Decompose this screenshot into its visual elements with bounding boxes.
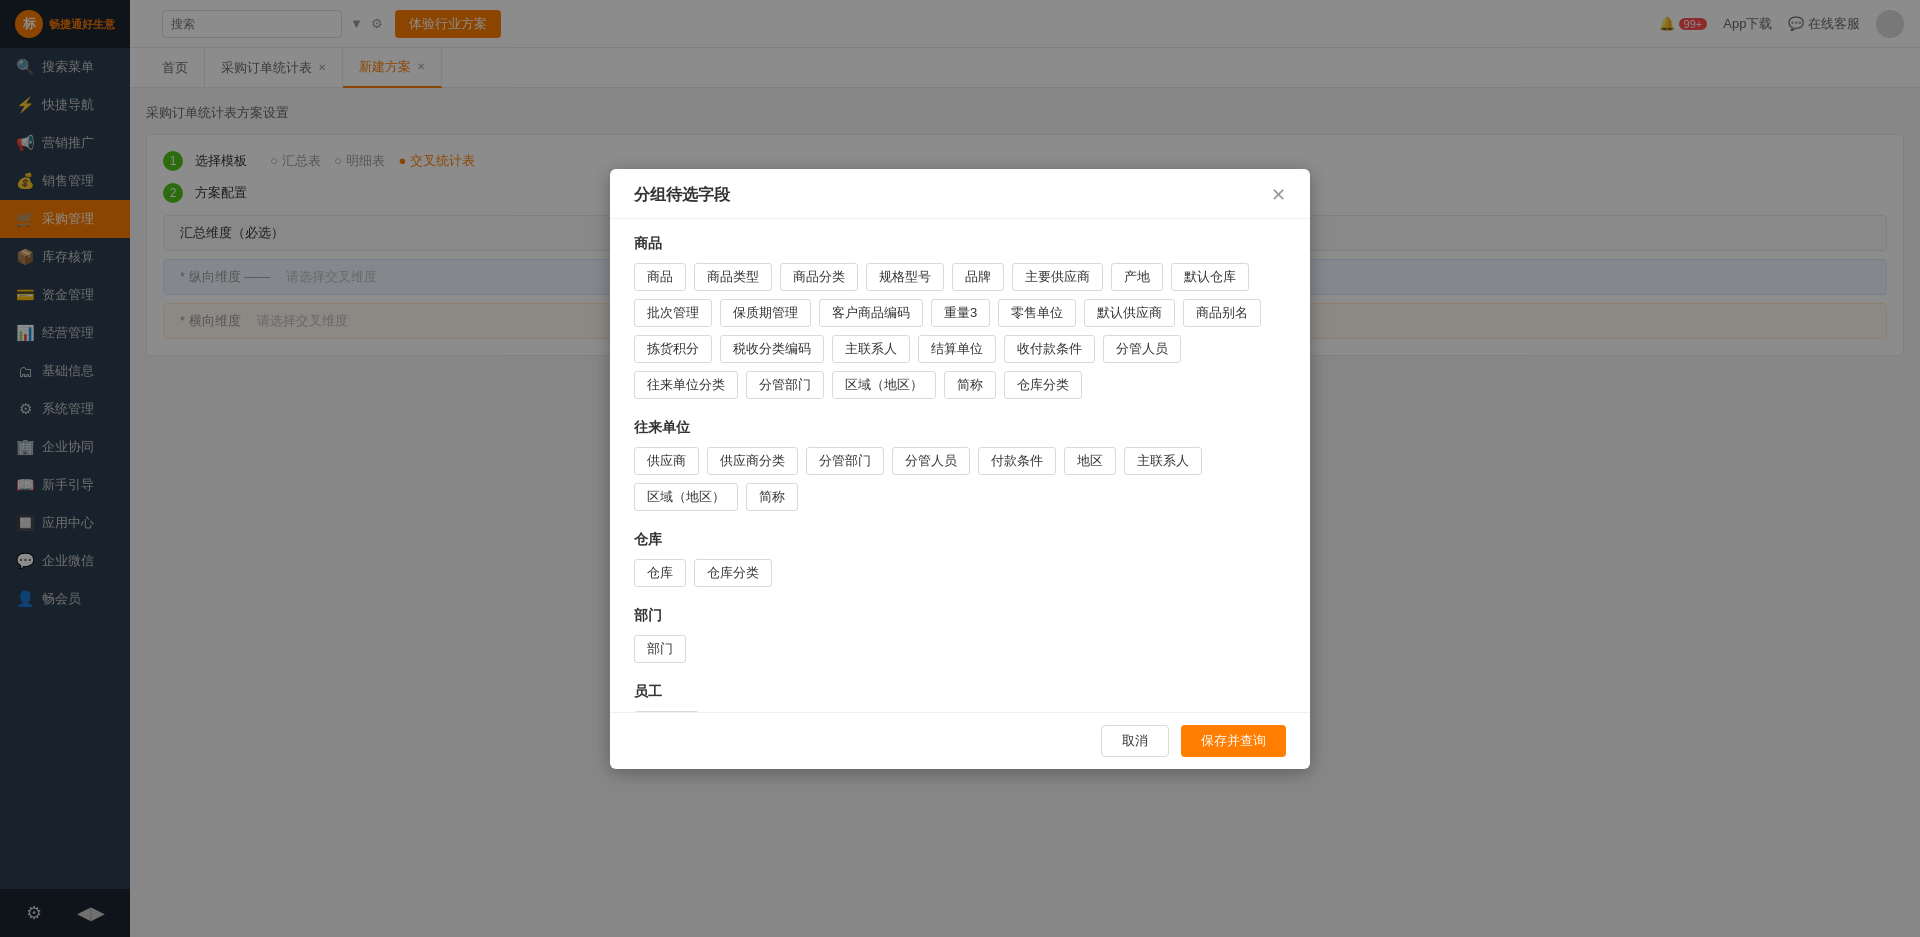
field-tag-零售单位[interactable]: 零售单位	[998, 299, 1076, 327]
field-tag-简称[interactable]: 简称	[746, 483, 798, 511]
field-tag-供应商[interactable]: 供应商	[634, 447, 699, 475]
dialog-title: 分组待选字段	[634, 185, 730, 206]
field-tag-批次管理[interactable]: 批次管理	[634, 299, 712, 327]
field-tag-仓库分类[interactable]: 仓库分类	[1004, 371, 1082, 399]
field-tag-区域（地区）[interactable]: 区域（地区）	[634, 483, 738, 511]
field-tag-简称[interactable]: 简称	[944, 371, 996, 399]
section-title-staff: 员工	[634, 683, 1286, 701]
field-tag-商品类型[interactable]: 商品类型	[694, 263, 772, 291]
field-tag-客户商品编码[interactable]: 客户商品编码	[819, 299, 923, 327]
field-tag-付款条件[interactable]: 付款条件	[978, 447, 1056, 475]
section-staff: 员工业务员	[634, 683, 1286, 712]
field-tag-规格型号[interactable]: 规格型号	[866, 263, 944, 291]
dialog-overlay: 分组待选字段 ✕ 商品商品商品类型商品分类规格型号品牌主要供应商产地默认仓库批次…	[0, 0, 1920, 937]
field-tag-税收分类编码[interactable]: 税收分类编码	[720, 335, 824, 363]
dialog-close-button[interactable]: ✕	[1271, 186, 1286, 204]
field-tag-默认仓库[interactable]: 默认仓库	[1171, 263, 1249, 291]
field-tag-商品分类[interactable]: 商品分类	[780, 263, 858, 291]
field-tag-主联系人[interactable]: 主联系人	[1124, 447, 1202, 475]
field-tag-结算单位[interactable]: 结算单位	[918, 335, 996, 363]
field-tag-地区[interactable]: 地区	[1064, 447, 1116, 475]
field-tag-品牌[interactable]: 品牌	[952, 263, 1004, 291]
field-tag-产地[interactable]: 产地	[1111, 263, 1163, 291]
field-tag-供应商分类[interactable]: 供应商分类	[707, 447, 798, 475]
section-department: 部门部门	[634, 607, 1286, 663]
field-tags-department: 部门	[634, 635, 1286, 663]
field-tag-收付款条件[interactable]: 收付款条件	[1004, 335, 1095, 363]
field-tag-主要供应商[interactable]: 主要供应商	[1012, 263, 1103, 291]
section-title-warehouse: 仓库	[634, 531, 1286, 549]
cancel-button[interactable]: 取消	[1101, 725, 1169, 757]
field-tag-保质期管理[interactable]: 保质期管理	[720, 299, 811, 327]
section-title-partner: 往来单位	[634, 419, 1286, 437]
dialog-footer: 取消 保存并查询	[610, 712, 1310, 769]
dialog: 分组待选字段 ✕ 商品商品商品类型商品分类规格型号品牌主要供应商产地默认仓库批次…	[610, 169, 1310, 769]
section-warehouse: 仓库仓库仓库分类	[634, 531, 1286, 587]
field-tags-warehouse: 仓库仓库分类	[634, 559, 1286, 587]
field-tag-区域（地区）[interactable]: 区域（地区）	[832, 371, 936, 399]
field-tags-product: 商品商品类型商品分类规格型号品牌主要供应商产地默认仓库批次管理保质期管理客户商品…	[634, 263, 1286, 399]
section-title-product: 商品	[634, 235, 1286, 253]
field-tag-商品[interactable]: 商品	[634, 263, 686, 291]
field-tag-商品别名[interactable]: 商品别名	[1183, 299, 1261, 327]
dialog-body: 商品商品商品类型商品分类规格型号品牌主要供应商产地默认仓库批次管理保质期管理客户…	[610, 219, 1310, 712]
field-tag-部门[interactable]: 部门	[634, 635, 686, 663]
field-tag-分管人员[interactable]: 分管人员	[892, 447, 970, 475]
section-product: 商品商品商品类型商品分类规格型号品牌主要供应商产地默认仓库批次管理保质期管理客户…	[634, 235, 1286, 399]
dialog-header: 分组待选字段 ✕	[610, 169, 1310, 219]
field-tags-partner: 供应商供应商分类分管部门分管人员付款条件地区主联系人区域（地区） 简称	[634, 447, 1286, 511]
field-tag-分管部门[interactable]: 分管部门	[806, 447, 884, 475]
section-partner: 往来单位供应商供应商分类分管部门分管人员付款条件地区主联系人区域（地区） 简称	[634, 419, 1286, 511]
field-tag-分管部门[interactable]: 分管部门	[746, 371, 824, 399]
field-tag-仓库分类[interactable]: 仓库分类	[694, 559, 772, 587]
section-title-department: 部门	[634, 607, 1286, 625]
field-tag-仓库[interactable]: 仓库	[634, 559, 686, 587]
field-tag-默认供应商[interactable]: 默认供应商	[1084, 299, 1175, 327]
field-tag-拣货积分[interactable]: 拣货积分	[634, 335, 712, 363]
field-tag-分管人员[interactable]: 分管人员	[1103, 335, 1181, 363]
field-tag-重量3[interactable]: 重量3	[931, 299, 990, 327]
field-tag-往来单位分类[interactable]: 往来单位分类	[634, 371, 738, 399]
field-tag-主联系人[interactable]: 主联系人	[832, 335, 910, 363]
confirm-button[interactable]: 保存并查询	[1181, 725, 1286, 757]
